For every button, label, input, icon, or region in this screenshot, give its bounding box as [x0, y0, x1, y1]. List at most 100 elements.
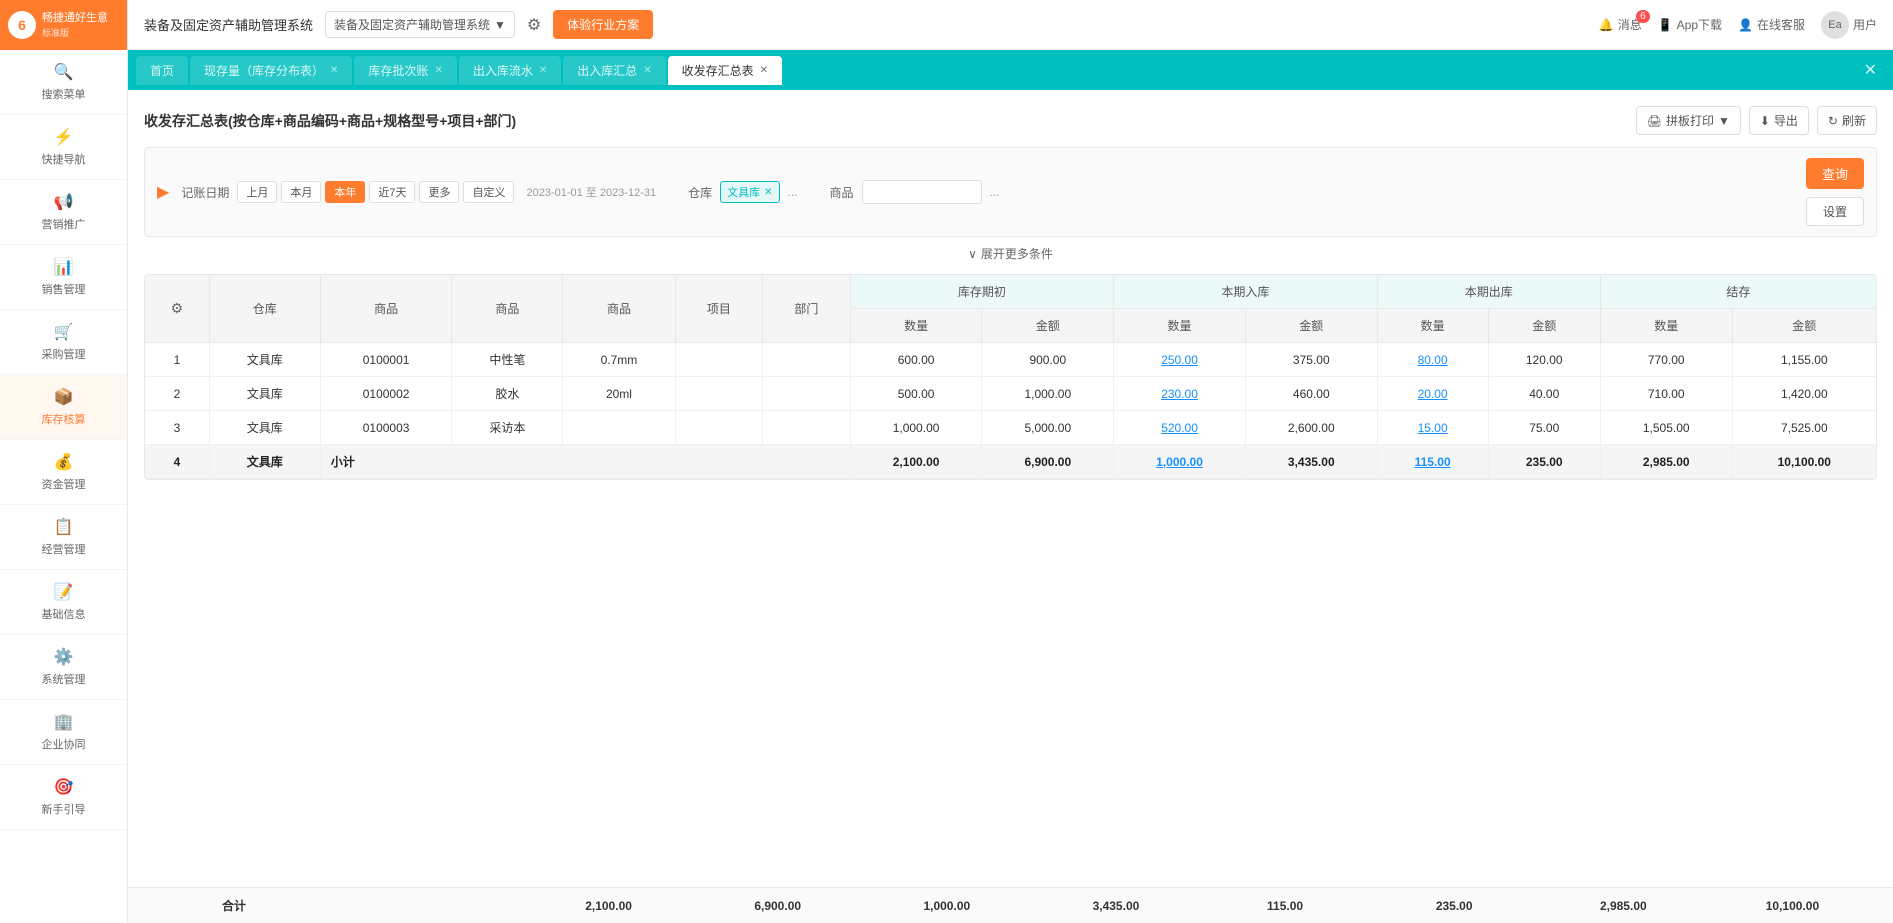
- export-btn[interactable]: ⬇ 导出: [1749, 106, 1809, 135]
- user-item[interactable]: Ea 用户: [1821, 11, 1877, 39]
- sidebar-item-purchase[interactable]: 🛒 采购管理: [0, 310, 127, 375]
- row3-out-qty[interactable]: 15.00: [1377, 411, 1488, 445]
- date-btn-custom[interactable]: 自定义: [463, 181, 514, 203]
- purchase-icon: 🛒: [54, 322, 74, 342]
- table-row: 3 文具库 0100003 采访本 1,000.00 5,000.00 520.…: [145, 411, 1876, 445]
- online-service-item[interactable]: 👤 在线客服: [1738, 16, 1805, 33]
- date-btn-7days[interactable]: 近7天: [369, 181, 415, 203]
- col-settings-header[interactable]: ⚙: [145, 275, 209, 343]
- subtotal-in-qty[interactable]: 1,000.00: [1114, 445, 1246, 479]
- logo-text-block: 畅捷通好生意 标准版: [42, 11, 108, 38]
- print-icon: 🖨: [1647, 114, 1662, 128]
- export-label: 导出: [1774, 112, 1798, 129]
- tab-inventory-dist[interactable]: 现存量（库存分布表） ✕: [190, 56, 352, 85]
- col-bal-amt-header: 金额: [1732, 309, 1876, 343]
- system-select[interactable]: 装备及固定资产辅助管理系统 ▼: [325, 11, 515, 38]
- row3-seq: 3: [145, 411, 209, 445]
- expand-more-btn[interactable]: ∨ 展开更多条件: [968, 245, 1053, 262]
- filter-collapse-btn[interactable]: ▶: [157, 182, 169, 202]
- row1-in-qty[interactable]: 250.00: [1114, 343, 1246, 377]
- sidebar-item-system[interactable]: ⚙️ 系统管理: [0, 635, 127, 700]
- tab-batch[interactable]: 库存批次账 ✕: [354, 56, 456, 85]
- sidebar-item-finance[interactable]: 💰 资金管理: [0, 440, 127, 505]
- row3-open-amt: 5,000.00: [982, 411, 1114, 445]
- sidebar-item-basic[interactable]: 📝 基础信息: [0, 570, 127, 635]
- tab-inout-flow[interactable]: 出入库流水 ✕: [459, 56, 561, 85]
- warehouse-more[interactable]: ...: [788, 185, 798, 199]
- gear-icon[interactable]: ⚙: [527, 15, 541, 35]
- subtotal-out-qty[interactable]: 115.00: [1377, 445, 1488, 479]
- sidebar-item-guide[interactable]: 🎯 新手引导: [0, 765, 127, 830]
- date-btn-this-month[interactable]: 本月: [281, 181, 321, 203]
- date-btn-last-month[interactable]: 上月: [237, 181, 277, 203]
- print-btn[interactable]: 🖨 拼板打印 ▼: [1636, 106, 1741, 135]
- sidebar-label-marketing: 营销推广: [42, 216, 86, 232]
- sidebar-label-purchase: 采购管理: [42, 346, 86, 362]
- row2-code: 0100002: [320, 377, 452, 411]
- row2-warehouse: 文具库: [209, 377, 320, 411]
- warehouse-tag[interactable]: 文具库 ✕: [720, 181, 779, 203]
- row3-project: [675, 411, 763, 445]
- tab-close-inventory-dist[interactable]: ✕: [330, 65, 338, 76]
- row1-seq: 1: [145, 343, 209, 377]
- row1-name: 中性笔: [452, 343, 563, 377]
- tab-label-inventory-dist: 现存量（库存分布表）: [204, 62, 324, 79]
- marketing-icon: 📢: [54, 192, 74, 212]
- row2-in-qty[interactable]: 230.00: [1114, 377, 1246, 411]
- row2-out-qty[interactable]: 20.00: [1377, 377, 1488, 411]
- sidebar-item-quick-nav[interactable]: ⚡ 快捷导航: [0, 115, 127, 180]
- row1-code: 0100001: [320, 343, 452, 377]
- tab-label-inout-summary: 出入库汇总: [577, 62, 637, 79]
- sidebar-item-enterprise[interactable]: 🏢 企业协同: [0, 700, 127, 765]
- tab-inout-summary[interactable]: 出入库汇总 ✕: [563, 56, 665, 85]
- tab-home[interactable]: 首页: [136, 56, 188, 85]
- sidebar-item-operation[interactable]: 📋 经营管理: [0, 505, 127, 570]
- footer-open-amt: 6,900.00: [693, 899, 862, 913]
- messages-item[interactable]: 🔔 消息 6: [1599, 16, 1642, 33]
- row1-out-qty[interactable]: 80.00: [1377, 343, 1488, 377]
- subtotal-open-qty: 2,100.00: [850, 445, 982, 479]
- tab-close-inout-flow[interactable]: ✕: [539, 65, 547, 76]
- refresh-btn[interactable]: ↻ 刷新: [1817, 106, 1877, 135]
- tab-receive-summary[interactable]: 收发存汇总表 ✕: [668, 56, 782, 85]
- footer-label: 合计: [144, 897, 324, 914]
- app-download-label: App下载: [1677, 16, 1722, 33]
- col-open-amt-header: 金额: [982, 309, 1114, 343]
- sidebar-item-search[interactable]: 🔍 搜索菜单: [0, 50, 127, 115]
- date-btn-more[interactable]: 更多: [419, 181, 459, 203]
- bell-icon: 🔔: [1599, 18, 1614, 32]
- subtotal-bal-qty: 2,985.00: [1600, 445, 1732, 479]
- avatar: Ea: [1821, 11, 1849, 39]
- settings-button[interactable]: 设置: [1806, 197, 1864, 226]
- sidebar-item-sales[interactable]: 📊 销售管理: [0, 245, 127, 310]
- sidebar-label-inventory: 库存核算: [42, 411, 86, 427]
- footer-cells: 合计 2,100.00 6,900.00 1,000.00 3,435.00 1…: [144, 897, 1877, 914]
- page-header: 收发存汇总表(按仓库+商品编码+商品+规格型号+项目+部门) 🖨 拼板打印 ▼ …: [144, 106, 1877, 135]
- sidebar-label-basic: 基础信息: [42, 606, 86, 622]
- tab-close-receive-summary[interactable]: ✕: [760, 65, 768, 76]
- tab-close-batch[interactable]: ✕: [434, 65, 442, 76]
- tab-close-inout-summary[interactable]: ✕: [643, 65, 651, 76]
- table-settings-icon[interactable]: ⚙: [171, 300, 184, 316]
- goods-filter-input[interactable]: [862, 180, 982, 204]
- goods-filter-label: 商品: [830, 184, 854, 201]
- warehouse-tag-close[interactable]: ✕: [764, 187, 772, 198]
- tab-close-all[interactable]: ✕: [1856, 60, 1885, 80]
- row2-bal-qty: 710.00: [1600, 377, 1732, 411]
- goods-more[interactable]: ...: [990, 185, 1000, 199]
- inventory-icon: 📦: [54, 387, 74, 407]
- experience-btn[interactable]: 体验行业方案: [553, 10, 653, 39]
- row3-in-qty[interactable]: 520.00: [1114, 411, 1246, 445]
- date-buttons: 上月 本月 本年 近7天 更多 自定义: [237, 181, 514, 203]
- app-download-item[interactable]: 📱 App下载: [1658, 16, 1722, 33]
- sidebar-label-quick-nav: 快捷导航: [42, 151, 86, 167]
- row1-open-qty: 600.00: [850, 343, 982, 377]
- sidebar-item-inventory[interactable]: 📦 库存核算: [0, 375, 127, 440]
- query-button[interactable]: 查询: [1806, 158, 1864, 189]
- date-filter-label: 记账日期: [181, 184, 229, 201]
- row3-dept: [763, 411, 851, 445]
- row2-out-amt: 40.00: [1488, 377, 1600, 411]
- sidebar-item-marketing[interactable]: 📢 营销推广: [0, 180, 127, 245]
- date-btn-this-year[interactable]: 本年: [325, 181, 365, 203]
- warehouse-tag-value: 文具库: [727, 184, 760, 200]
